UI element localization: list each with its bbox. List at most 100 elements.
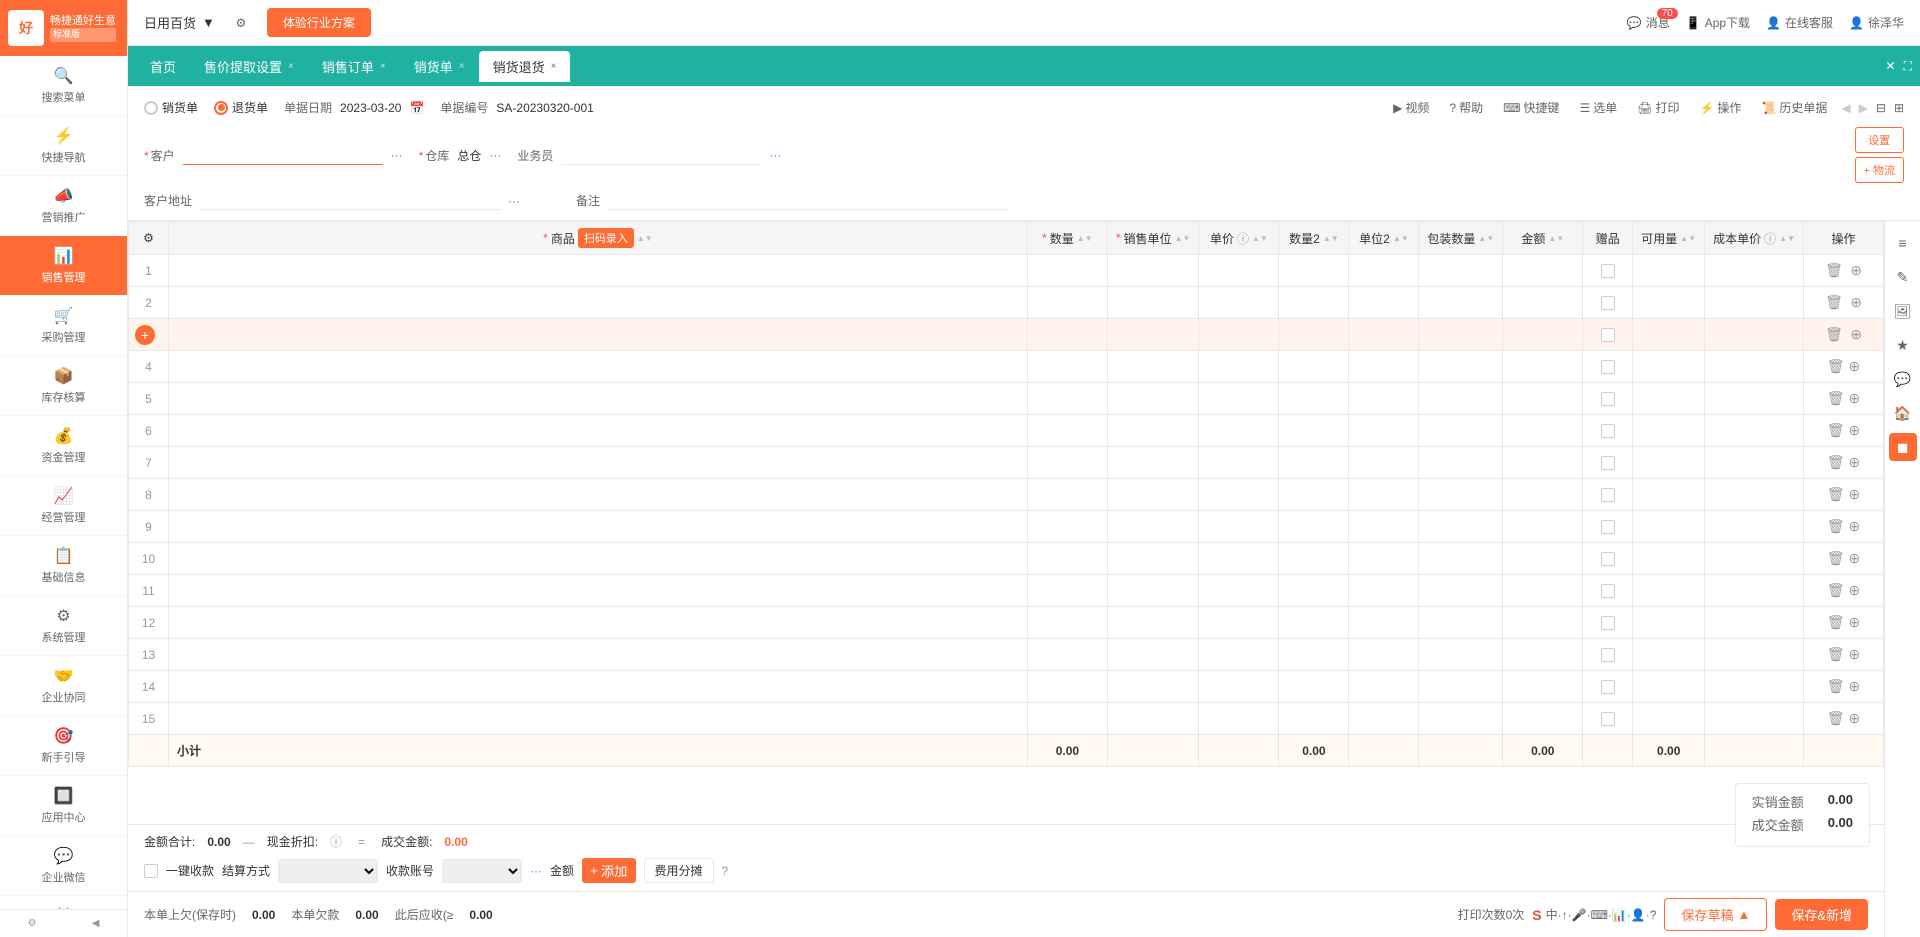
avail-cell[interactable] <box>1633 319 1705 351</box>
sidebar-item-finance[interactable]: 💰 资金管理 <box>0 416 127 476</box>
scan-btn[interactable]: 扫码录入 <box>578 228 634 248</box>
qty-cell[interactable] <box>1027 319 1107 351</box>
delete-btn[interactable]: 🗑 <box>1823 324 1845 345</box>
right-btn-6[interactable]: 🏠 <box>1889 399 1917 427</box>
delete-btn[interactable]: 🗑 <box>1825 484 1847 505</box>
sort-arrows[interactable]: ▲▼ <box>637 234 653 243</box>
close-icon[interactable]: × <box>551 61 557 72</box>
gift-checkbox[interactable] <box>1601 648 1615 662</box>
address-input[interactable] <box>200 191 500 210</box>
avail-cell[interactable] <box>1633 255 1705 287</box>
close-icon[interactable]: × <box>288 61 294 72</box>
calendar-icon[interactable]: 📅 <box>409 101 424 115</box>
gift-checkbox[interactable] <box>1601 680 1615 694</box>
user-menu[interactable]: 👤 徐泽华 <box>1849 14 1904 31</box>
radio-sale-bill[interactable]: 销货单 <box>144 99 198 116</box>
pkg-cell[interactable] <box>1419 255 1503 287</box>
sidebar-item-operations[interactable]: 📈 经营管理 <box>0 476 127 536</box>
industry-select[interactable]: 日用百货 ▼ <box>144 13 215 32</box>
address-dots[interactable]: ··· <box>508 194 520 208</box>
sort-arrows[interactable]: ▲▼ <box>1779 234 1795 243</box>
sort-arrows[interactable]: ▲▼ <box>1393 234 1409 243</box>
gift-cell[interactable] <box>1583 287 1633 319</box>
message-btn[interactable]: 💬 消息 70 <box>1627 14 1670 31</box>
remark-input[interactable] <box>608 191 1008 210</box>
unit2-cell[interactable] <box>1349 255 1419 287</box>
tab-sales-order[interactable]: 销售订单 × <box>308 51 400 82</box>
delete-btn[interactable]: 🗑 <box>1825 516 1847 537</box>
warehouse-dots[interactable]: ··· <box>489 148 501 162</box>
copy-btn[interactable]: ⊕ <box>1847 612 1863 633</box>
gift-cell[interactable] <box>1583 255 1633 287</box>
trial-btn[interactable]: 体验行业方案 <box>267 8 371 37</box>
video-btn[interactable]: ▶ 视频 <box>1387 96 1435 119</box>
copy-btn[interactable]: ⊕ <box>1847 644 1863 665</box>
info-icon[interactable]: ⓘ <box>1237 230 1249 247</box>
sidebar-item-sales[interactable]: 📊 销售管理 <box>0 236 127 296</box>
sidebar-item-guide[interactable]: 🎯 新手引导 <box>0 716 127 776</box>
right-btn-4[interactable]: ★ <box>1889 331 1917 359</box>
gift-checkbox[interactable] <box>1601 296 1615 310</box>
account-select[interactable] <box>442 859 522 883</box>
delete-btn[interactable]: 🗑 <box>1825 708 1847 729</box>
close-icon[interactable]: × <box>380 61 386 72</box>
copy-btn[interactable]: ⊕ <box>1847 452 1863 473</box>
amount-cell[interactable] <box>1503 255 1583 287</box>
staff-dots[interactable]: ··· <box>769 148 781 162</box>
sidebar-item-marketing[interactable]: 📣 营销推广 <box>0 176 127 236</box>
copy-btn[interactable]: ⊕ <box>1847 388 1863 409</box>
tab-price-settings[interactable]: 售价提取设置 × <box>190 51 308 82</box>
sort-arrows[interactable]: ▲▼ <box>1548 234 1564 243</box>
gift-checkbox[interactable] <box>1601 424 1615 438</box>
select-bill-btn[interactable]: ☰ 选单 <box>1573 96 1623 119</box>
copy-btn[interactable]: ⊕ <box>1847 580 1863 601</box>
customer-dots[interactable]: ··· <box>391 148 403 162</box>
pkg-cell[interactable] <box>1419 287 1503 319</box>
app-download-btn[interactable]: 📱 App下载 <box>1686 14 1750 31</box>
help-btn[interactable]: ? 帮助 <box>1443 96 1489 119</box>
right-btn-7[interactable]: ◼ <box>1889 433 1917 461</box>
qty2-cell[interactable] <box>1279 287 1349 319</box>
tab-home[interactable]: 首页 <box>136 51 190 82</box>
sidebar-item-system[interactable]: ⚙ 系统管理 <box>0 596 127 656</box>
gift-checkbox[interactable] <box>1601 520 1615 534</box>
sort-arrows[interactable]: ▲▼ <box>1323 234 1339 243</box>
copy-btn[interactable]: ⊕ <box>1847 356 1863 377</box>
gift-checkbox[interactable] <box>1601 328 1615 342</box>
product-cell-active[interactable] <box>169 319 1028 351</box>
history-btn[interactable]: 📜 历史单据 <box>1755 96 1833 119</box>
copy-btn[interactable]: ⊕ <box>1848 292 1864 313</box>
copy-btn[interactable]: ⊕ <box>1847 676 1863 697</box>
dots-account[interactable]: ··· <box>530 864 542 878</box>
gift-checkbox[interactable] <box>1601 488 1615 502</box>
unit-cell[interactable] <box>1107 319 1199 351</box>
operate-btn[interactable]: ⚡ 操作 <box>1693 96 1747 119</box>
add-row-btn[interactable]: + <box>135 325 155 345</box>
product-cell[interactable] <box>169 255 1028 287</box>
tab-sales-bill[interactable]: 销货单 × <box>400 51 479 82</box>
save-new-btn[interactable]: 保存&新增 <box>1775 899 1868 930</box>
qty-cell[interactable] <box>1027 287 1107 319</box>
product-cell[interactable] <box>169 287 1028 319</box>
sidebar-item-purchase[interactable]: 🛒 采购管理 <box>0 296 127 356</box>
copy-btn[interactable]: ⊕ <box>1847 548 1863 569</box>
radio-return-bill[interactable]: 退货单 <box>214 99 268 116</box>
delete-btn[interactable]: 🗑 <box>1825 580 1847 601</box>
calc-method-select[interactable] <box>278 859 378 883</box>
staff-input[interactable] <box>561 146 761 165</box>
tab-sales-return[interactable]: 销货退货 × <box>479 51 571 82</box>
sort-arrows[interactable]: ▲▼ <box>1680 234 1696 243</box>
sidebar-item-enterprise[interactable]: 🤝 企业协同 <box>0 656 127 716</box>
shortcut-btn[interactable]: ⌨ 快捷键 <box>1497 96 1565 119</box>
copy-btn[interactable]: ⊕ <box>1847 516 1863 537</box>
gift-checkbox[interactable] <box>1601 712 1615 726</box>
logistics-btn[interactable]: + 物流 <box>1855 157 1904 183</box>
sort-arrows[interactable]: ▲▼ <box>1252 234 1268 243</box>
close-icon[interactable]: × <box>459 61 465 72</box>
sidebar-item-nav[interactable]: ⚡ 快捷导航 <box>0 116 127 176</box>
copy-btn[interactable]: ⊕ <box>1848 260 1864 281</box>
delete-btn[interactable]: 🗑 <box>1825 612 1847 633</box>
sort-arrows[interactable]: ▲▼ <box>1175 234 1191 243</box>
delete-btn[interactable]: 🗑 <box>1823 260 1845 281</box>
gift-checkbox[interactable] <box>1601 392 1615 406</box>
